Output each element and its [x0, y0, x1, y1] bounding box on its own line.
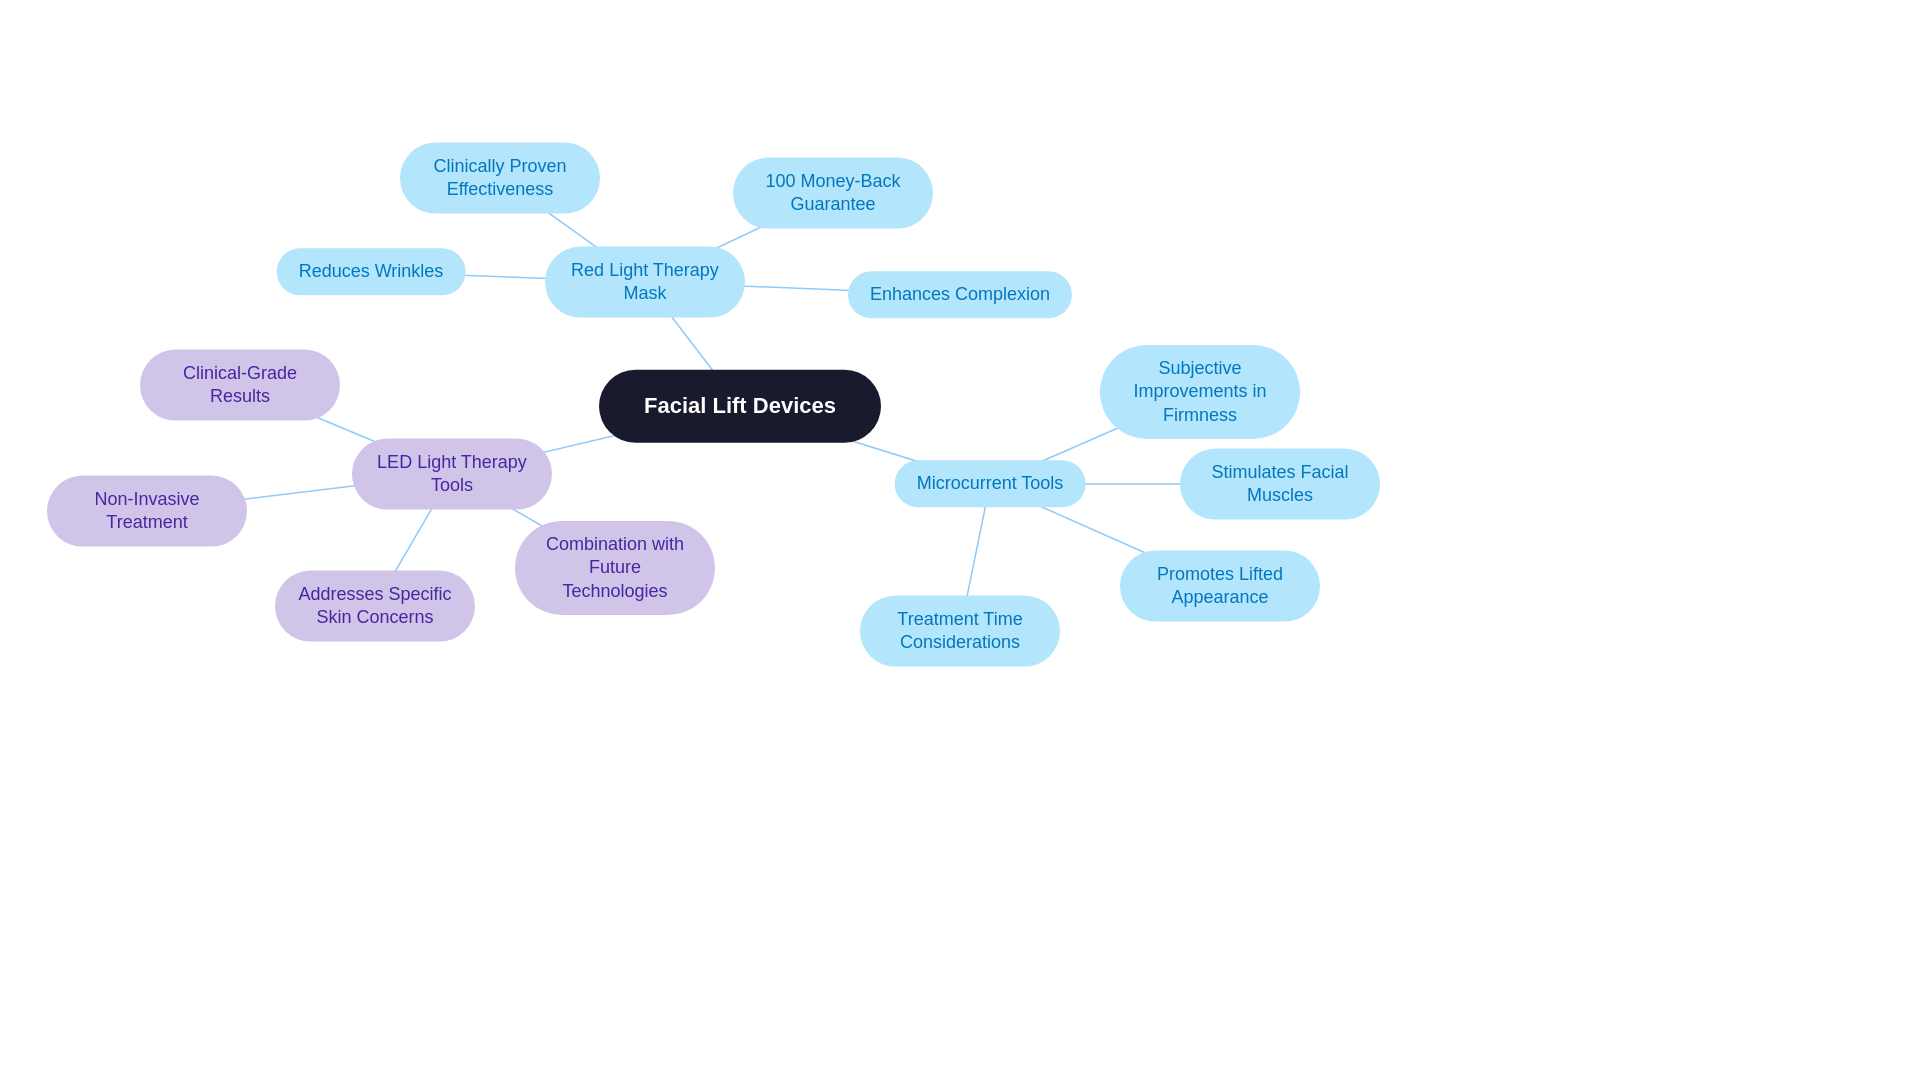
node-addresses-skin: Addresses Specific Skin Concerns — [275, 571, 475, 642]
node-treatment-time: Treatment Time Considerations — [860, 596, 1060, 667]
node-money-back: 100 Money-Back Guarantee — [733, 158, 933, 229]
node-enhances-complexion: Enhances Complexion — [848, 271, 1072, 318]
node-microcurrent-tools: Microcurrent Tools — [895, 460, 1086, 507]
node-stimulates-facial: Stimulates Facial Muscles — [1180, 449, 1380, 520]
node-subjective-improvements: Subjective Improvements in Firmness — [1100, 345, 1300, 439]
node-clinical-grade: Clinical-Grade Results — [140, 350, 340, 421]
node-red-light-therapy-mask: Red Light Therapy Mask — [545, 247, 745, 318]
node-non-invasive: Non-Invasive Treatment — [47, 476, 247, 547]
mindmap-container: Facial Lift Devices Red Light Therapy Ma… — [0, 0, 1920, 1083]
node-clinically-proven: Clinically Proven Effectiveness — [400, 143, 600, 214]
connections-svg — [0, 0, 1920, 1083]
node-led-light-therapy: LED Light Therapy Tools — [352, 439, 552, 510]
node-center: Facial Lift Devices — [599, 370, 881, 443]
node-combination-future: Combination with Future Technologies — [515, 521, 715, 615]
node-reduces-wrinkles: Reduces Wrinkles — [277, 248, 466, 295]
node-promotes-lifted: Promotes Lifted Appearance — [1120, 551, 1320, 622]
